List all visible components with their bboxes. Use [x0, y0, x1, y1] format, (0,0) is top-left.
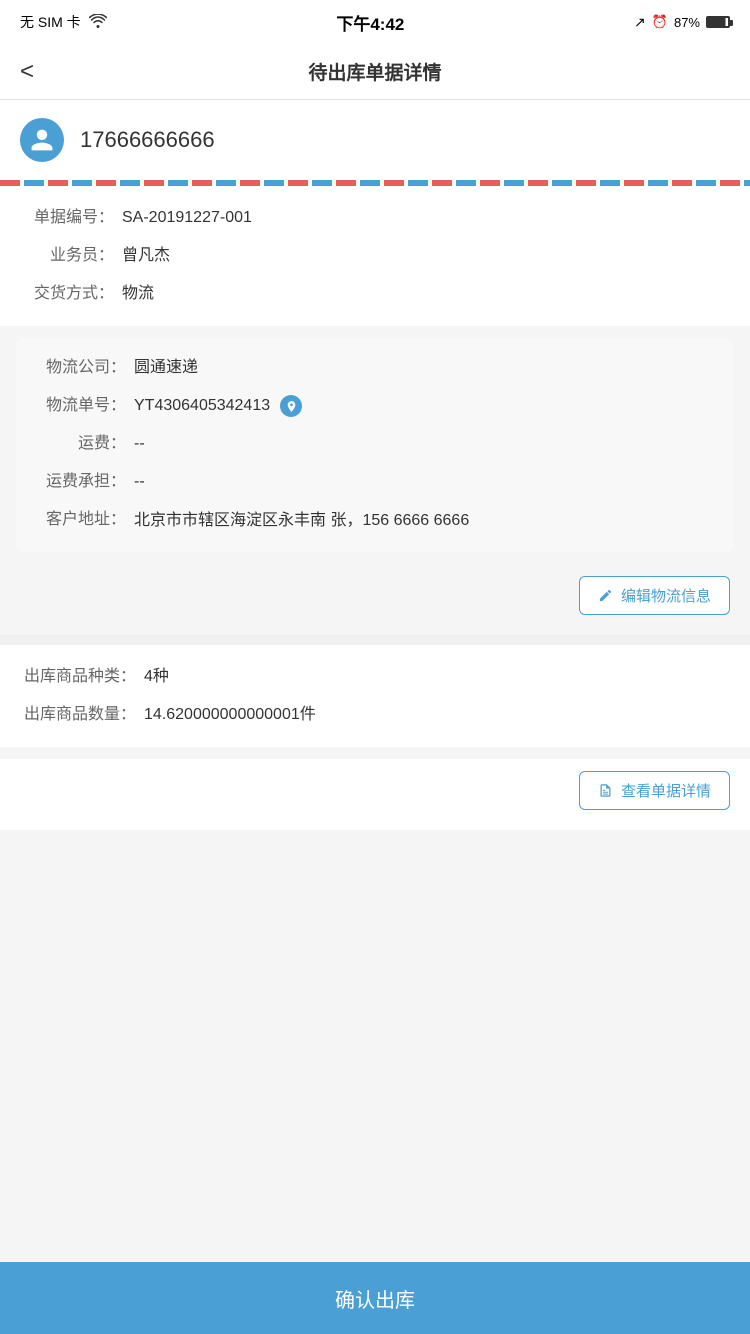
battery-icon — [706, 16, 730, 28]
edit-logistics-btn-wrapper: 编辑物流信息 — [0, 564, 750, 635]
logistics-card: 物流公司： 圆通速递 物流单号： YT4306405342413 运费： -- … — [16, 338, 734, 552]
tracking-number: YT4306405342413 — [134, 394, 270, 418]
address-label: 客户地址： — [36, 508, 126, 532]
tracking-value-container: YT4306405342413 — [134, 394, 714, 418]
tracking-label: 物流单号： — [36, 394, 126, 418]
bottom-spacer — [0, 830, 750, 1010]
edit-icon — [598, 588, 613, 603]
back-button[interactable]: < — [20, 60, 34, 84]
tracking-row: 物流单号： YT4306405342413 — [36, 394, 714, 418]
salesman-label: 业务员： — [24, 244, 114, 268]
status-left: 无 SIM 卡 — [20, 12, 107, 32]
wifi-icon — [89, 14, 107, 31]
logistics-company-row: 物流公司： 圆通速递 — [36, 356, 714, 380]
status-time: 下午4:42 — [336, 10, 404, 35]
logistics-company-value: 圆通速递 — [134, 356, 714, 380]
goods-types-value: 4种 — [144, 665, 726, 689]
tracking-location-button[interactable] — [280, 395, 302, 417]
user-icon — [29, 127, 55, 153]
logistics-company-label: 物流公司： — [36, 356, 126, 380]
address-value: 北京市市辖区海淀区永丰南 张，156 6666 6666 — [134, 508, 714, 534]
status-right: ↗ ⏰ 87% — [634, 14, 730, 31]
document-number-value: SA-20191227-001 — [122, 206, 726, 230]
goods-quantity-label: 出库商品数量： — [24, 703, 136, 727]
document-number-label: 单据编号： — [24, 206, 114, 230]
edit-logistics-button[interactable]: 编辑物流信息 — [579, 576, 730, 615]
battery-percent: 87% — [674, 15, 700, 30]
document-number-row: 单据编号： SA-20191227-001 — [24, 206, 726, 230]
alarm-icon: ⏰ — [652, 14, 668, 30]
map-pin-icon — [285, 400, 298, 413]
section-divider — [0, 635, 750, 645]
main-content: 17666666666 单据编号： SA-20191227-001 业务员： 曾… — [0, 100, 750, 1090]
view-details-button[interactable]: 查看单据详情 — [579, 771, 730, 810]
edit-logistics-label: 编辑物流信息 — [621, 585, 711, 606]
freight-bear-row: 运费承担： -- — [36, 470, 714, 494]
address-row: 客户地址： 北京市市辖区海淀区永丰南 张，156 6666 6666 — [36, 508, 714, 534]
delivery-row: 交货方式： 物流 — [24, 282, 726, 306]
location-status-icon: ↗ — [634, 14, 646, 31]
goods-types-label: 出库商品种类： — [24, 665, 136, 689]
delivery-label: 交货方式： — [24, 282, 114, 306]
goods-quantity-value: 14.620000000000001件 — [144, 703, 726, 727]
customer-header: 17666666666 — [0, 100, 750, 180]
goods-quantity-row: 出库商品数量： 14.620000000000001件 — [24, 703, 726, 727]
document-icon — [598, 783, 613, 798]
freight-value: -- — [134, 432, 714, 456]
delivery-value: 物流 — [122, 282, 726, 306]
freight-label: 运费： — [36, 432, 126, 456]
salesman-value: 曾凡杰 — [122, 244, 726, 268]
nav-bar: < 待出库单据详情 — [0, 44, 750, 100]
goods-section: 出库商品种类： 4种 出库商品数量： 14.620000000000001件 — [0, 645, 750, 747]
salesman-row: 业务员： 曾凡杰 — [24, 244, 726, 268]
avatar — [20, 118, 64, 162]
freight-row: 运费： -- — [36, 432, 714, 456]
freight-bear-label: 运费承担： — [36, 470, 126, 494]
sim-status: 无 SIM 卡 — [20, 12, 81, 32]
view-details-label: 查看单据详情 — [621, 780, 711, 801]
goods-types-row: 出库商品种类： 4种 — [24, 665, 726, 689]
status-bar: 无 SIM 卡 下午4:42 ↗ ⏰ 87% — [0, 0, 750, 44]
confirm-button[interactable]: 确认出库 — [0, 1262, 750, 1334]
confirm-button-label: 确认出库 — [335, 1284, 415, 1313]
view-details-btn-wrapper: 查看单据详情 — [0, 759, 750, 830]
customer-phone: 17666666666 — [80, 127, 215, 153]
document-info-section: 单据编号： SA-20191227-001 业务员： 曾凡杰 交货方式： 物流 — [0, 186, 750, 326]
freight-bear-value: -- — [134, 470, 714, 494]
page-title: 待出库单据详情 — [308, 58, 441, 85]
